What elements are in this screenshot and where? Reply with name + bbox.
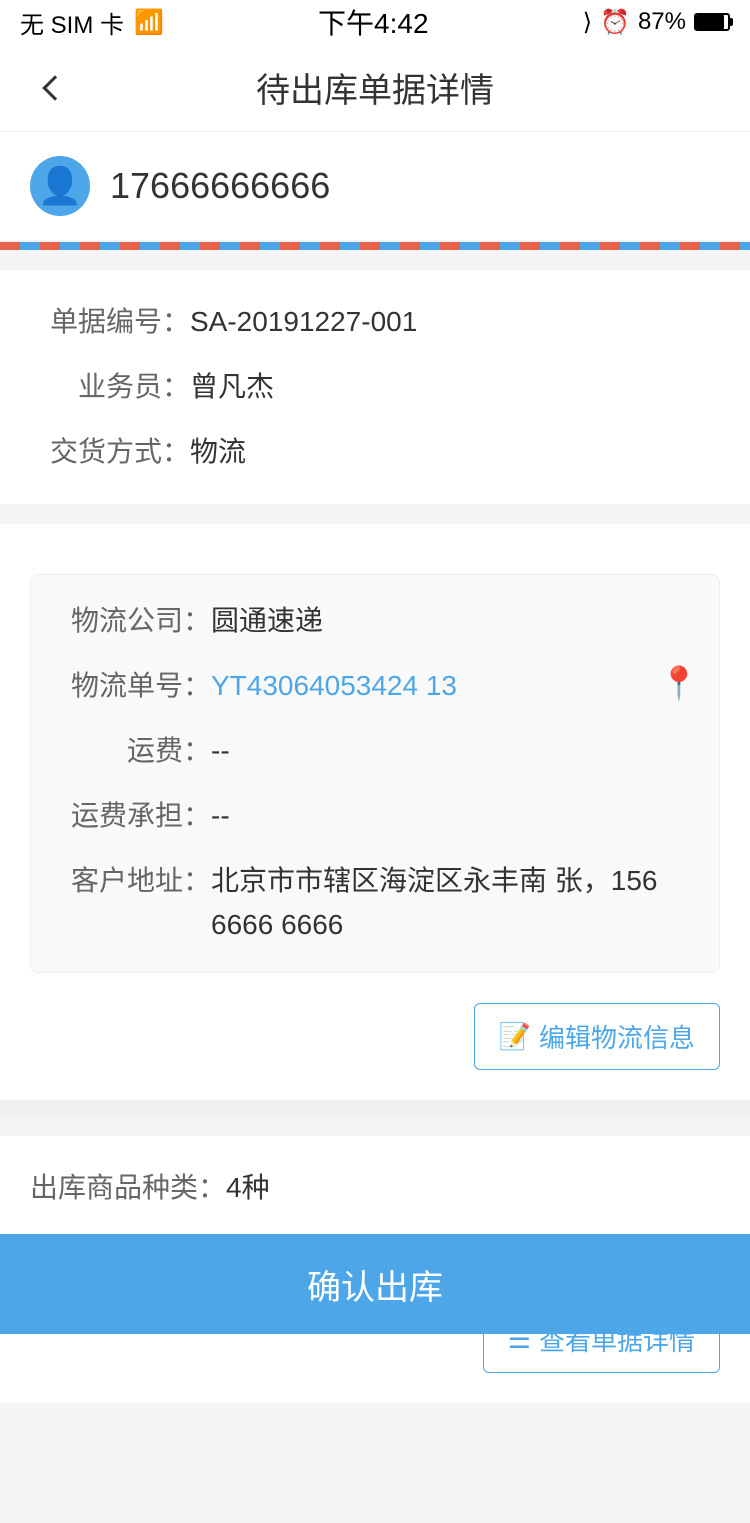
edit-icon: 📝 — [499, 1021, 531, 1052]
carrier-label: 无 SIM 卡 — [20, 5, 124, 40]
confirm-outbound-button[interactable]: 确认出库 — [0, 1234, 750, 1334]
nav-bar: 待出库单据详情 — [0, 44, 750, 132]
status-left: 无 SIM 卡 📶 — [20, 5, 164, 40]
edit-logistics-button[interactable]: 📝 编辑物流信息 — [474, 1003, 720, 1070]
logistics-tracking-label: 物流单号： — [51, 664, 211, 709]
document-id-row: 单据编号： SA-20191227-001 — [30, 300, 720, 345]
goods-type-label: 出库商品种类： — [30, 1166, 226, 1211]
delivery-label: 交货方式： — [30, 430, 190, 475]
battery-icon — [694, 13, 730, 31]
back-button[interactable] — [30, 63, 80, 113]
address-label: 客户地址： — [51, 859, 211, 904]
page-title: 待出库单据详情 — [80, 63, 670, 112]
delivery-row: 交货方式： 物流 — [30, 430, 720, 475]
user-icon: 👤 — [38, 165, 83, 207]
delivery-value: 物流 — [190, 430, 720, 475]
status-time: 下午4:42 — [318, 2, 429, 42]
freight-value: -- — [211, 729, 699, 774]
edit-logistics-label: 编辑物流信息 — [539, 1018, 695, 1055]
freight-row: 运费： -- — [51, 729, 699, 774]
staff-row: 业务员： 曾凡杰 — [30, 365, 720, 410]
logistics-company-row: 物流公司： 圆通速递 — [51, 599, 699, 644]
decorative-divider — [0, 242, 750, 250]
customer-card: 👤 17666666666 — [0, 132, 750, 240]
logistics-detail-box: 物流公司： 圆通速递 物流单号： YT43064053424 13 📍 运费： … — [30, 574, 720, 973]
address-value: 北京市市辖区海淀区永丰南 张，156 6666 6666 — [211, 859, 699, 949]
staff-label: 业务员： — [30, 365, 190, 410]
freight-bearer-row: 运费承担： -- — [51, 794, 699, 839]
battery-percent: 87% — [638, 8, 686, 36]
document-info-section: 单据编号： SA-20191227-001 业务员： 曾凡杰 交货方式： 物流 — [0, 270, 750, 504]
status-bar: 无 SIM 卡 📶 下午4:42 ⟩ ⏰ 87% — [0, 0, 750, 44]
back-arrow-icon — [42, 75, 67, 100]
logistics-company-label: 物流公司： — [51, 599, 211, 644]
section-separator — [0, 1100, 750, 1116]
avatar: 👤 — [30, 156, 90, 216]
logistics-company-value: 圆通速递 — [211, 599, 699, 644]
wifi-icon: 📶 — [134, 8, 164, 37]
freight-label: 运费： — [51, 729, 211, 774]
goods-type-value: 4种 — [226, 1166, 720, 1211]
logistics-tracking-value: YT43064053424 13 — [211, 664, 643, 709]
document-id-value: SA-20191227-001 — [190, 300, 720, 345]
goods-type-row: 出库商品种类： 4种 — [30, 1166, 720, 1211]
status-right: ⟩ ⏰ 87% — [583, 8, 730, 37]
alarm-icon: ⏰ — [600, 8, 630, 37]
document-id-label: 单据编号： — [30, 300, 190, 345]
edit-logistics-row: 📝 编辑物流信息 — [30, 993, 720, 1070]
freight-bearer-label: 运费承担： — [51, 794, 211, 839]
address-row: 客户地址： 北京市市辖区海淀区永丰南 张，156 6666 6666 — [51, 859, 699, 949]
bottom-spacer — [0, 1403, 750, 1523]
location-pin-icon[interactable]: 📍 — [659, 664, 699, 702]
logistics-tracking-row: 物流单号： YT43064053424 13 📍 — [51, 664, 699, 709]
logistics-section-card: 物流公司： 圆通速递 物流单号： YT43064053424 13 📍 运费： … — [0, 524, 750, 1100]
location-icon: ⟩ — [583, 8, 592, 37]
confirm-outbound-label: 确认出库 — [307, 1260, 443, 1309]
freight-bearer-value: -- — [211, 794, 699, 839]
customer-phone: 17666666666 — [110, 165, 330, 207]
staff-value: 曾凡杰 — [190, 365, 720, 410]
